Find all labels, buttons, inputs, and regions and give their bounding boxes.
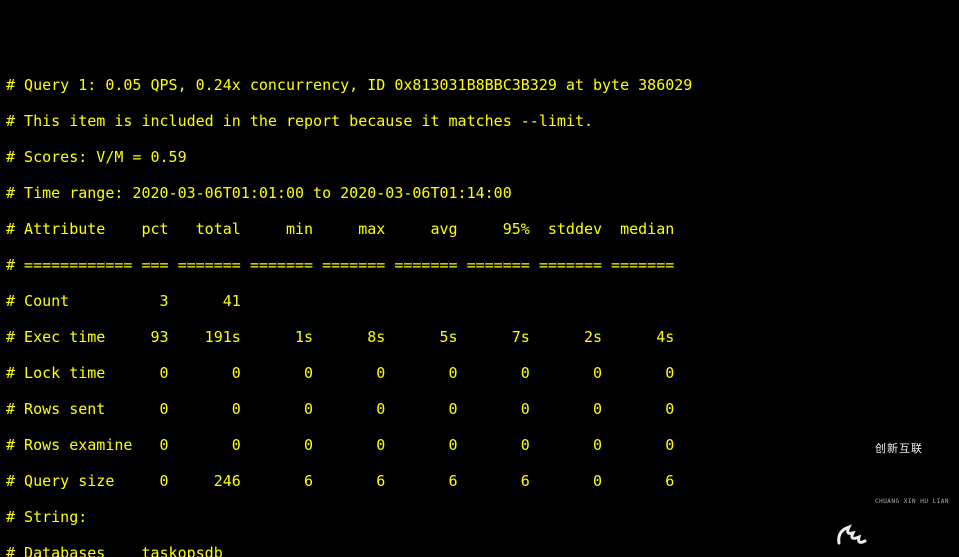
table-row: # Lock time 0 0 0 0 0 0 0 0 (6, 364, 953, 382)
include-reason-line: # This item is included in the report be… (6, 112, 953, 130)
table-row: # Rows sent 0 0 0 0 0 0 0 0 (6, 400, 953, 418)
watermark: 创新互联 CHUANG XIN HU LIAN (835, 408, 949, 547)
table-row: # Exec time 93 191s 1s 8s 5s 7s 2s 4s (6, 328, 953, 346)
time-range-line: # Time range: 2020-03-06T01:01:00 to 202… (6, 184, 953, 202)
watermark-logo-icon (835, 519, 869, 547)
table-row: # Rows examine 0 0 0 0 0 0 0 0 (6, 436, 953, 454)
table-row: # Query size 0 246 6 6 6 6 0 6 (6, 472, 953, 490)
table-header: # Attribute pct total min max avg 95% st… (6, 220, 953, 238)
watermark-main: 创新互联 (875, 444, 949, 455)
table-divider: # ============ === ======= ======= =====… (6, 256, 953, 274)
databases-line: # Databases taskopsdb (6, 544, 953, 557)
scores-line: # Scores: V/M = 0.59 (6, 148, 953, 166)
table-row: # Count 3 41 (6, 292, 953, 310)
query-summary-line: # Query 1: 0.05 QPS, 0.24x concurrency, … (6, 76, 953, 94)
watermark-sub: CHUANG XIN HU LIAN (875, 493, 949, 511)
string-heading: # String: (6, 508, 953, 526)
